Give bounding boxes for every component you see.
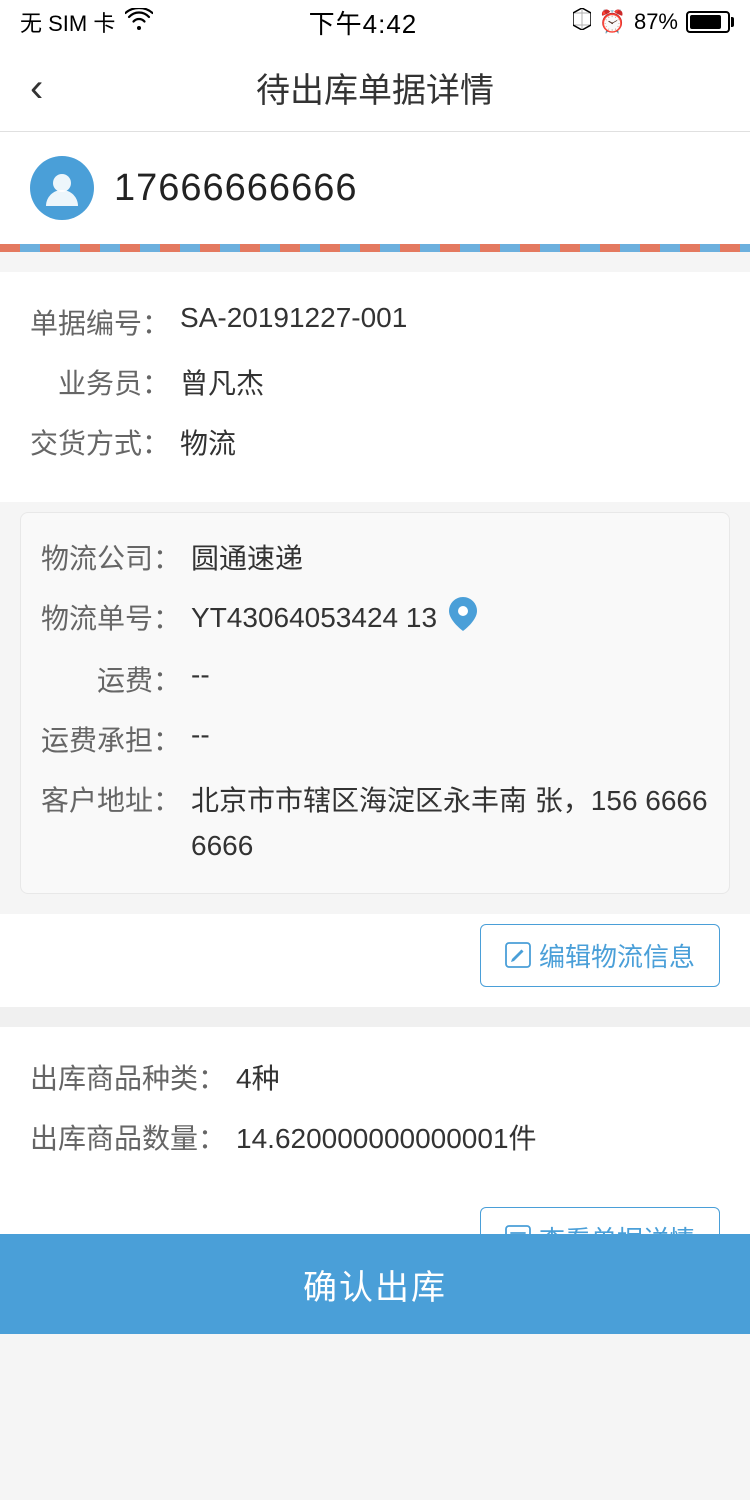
delivery-row: 交货方式： 物流 xyxy=(30,422,720,462)
customer-phone: 17666666666 xyxy=(114,167,357,210)
delivery-value: 物流 xyxy=(180,422,720,462)
logistics-card: 物流公司： 圆通速递 物流单号： YT43064053424 13 运费： --… xyxy=(20,512,730,894)
logistics-address-label: 客户地址： xyxy=(41,779,181,819)
salesman-row: 业务员： 曾凡杰 xyxy=(30,362,720,402)
document-number-label: 单据编号： xyxy=(30,302,170,342)
logistics-freight-value: -- xyxy=(191,659,709,691)
goods-quantity-value: 14.620000000000001件 xyxy=(236,1117,720,1157)
salesman-value: 曾凡杰 xyxy=(180,362,720,402)
status-bar-time: 下午4:42 xyxy=(309,4,418,41)
battery-percent: 87% xyxy=(634,9,678,35)
document-info-section: 单据编号： SA-20191227-001 业务员： 曾凡杰 交货方式： 物流 xyxy=(0,272,750,502)
section-divider xyxy=(0,1007,750,1027)
goods-type-value: 4种 xyxy=(236,1057,720,1097)
logistics-freight-bear-row: 运费承担： -- xyxy=(41,719,709,759)
wifi-icon xyxy=(125,8,153,36)
battery-icon xyxy=(686,11,730,33)
avatar xyxy=(30,156,94,220)
goods-section: 出库商品种类： 4种 出库商品数量： 14.620000000000001件 xyxy=(0,1027,750,1197)
nav-bar: ‹ 待出库单据详情 xyxy=(0,44,750,132)
logistics-company-value: 圆通速递 xyxy=(191,537,709,577)
logistics-company-label: 物流公司： xyxy=(41,537,181,577)
confirm-btn-text: 确认出库 xyxy=(303,1260,447,1309)
tracking-location-icon[interactable] xyxy=(449,597,477,639)
customer-header: 17666666666 xyxy=(0,132,750,244)
back-button[interactable]: ‹ xyxy=(30,68,43,108)
document-number-row: 单据编号： SA-20191227-001 xyxy=(30,302,720,342)
dashed-divider xyxy=(0,244,750,252)
goods-quantity-label: 出库商品数量： xyxy=(30,1117,226,1157)
goods-type-row: 出库商品种类： 4种 xyxy=(30,1057,720,1097)
salesman-label: 业务员： xyxy=(30,362,170,402)
carrier-label: 无 SIM 卡 xyxy=(20,6,115,38)
delivery-label: 交货方式： xyxy=(30,422,170,462)
logistics-company-row: 物流公司： 圆通速递 xyxy=(41,537,709,577)
logistics-tracking-label: 物流单号： xyxy=(41,597,181,637)
logistics-address-value: 北京市市辖区海淀区永丰南 张，156 6666 6666 xyxy=(191,779,709,869)
logistics-freight-bear-value: -- xyxy=(191,719,709,751)
logistics-address-row: 客户地址： 北京市市辖区海淀区永丰南 张，156 6666 6666 xyxy=(41,779,709,869)
logistics-tracking-value: YT43064053424 13 xyxy=(191,597,709,639)
status-bar-right: ⏰ 87% xyxy=(573,8,730,36)
logistics-tracking-row: 物流单号： YT43064053424 13 xyxy=(41,597,709,639)
logistics-freight-label: 运费： xyxy=(41,659,181,699)
logistics-freight-row: 运费： -- xyxy=(41,659,709,699)
alarm-icon: ⏰ xyxy=(599,9,626,35)
logistics-freight-bear-label: 运费承担： xyxy=(41,719,181,759)
edit-logistics-btn-row: 编辑物流信息 xyxy=(0,914,750,1007)
confirm-outbound-button[interactable]: 确认出库 xyxy=(0,1234,750,1334)
document-number-value: SA-20191227-001 xyxy=(180,302,720,334)
status-bar: 无 SIM 卡 下午4:42 ⏰ 87% xyxy=(0,0,750,44)
page-title: 待出库单据详情 xyxy=(256,63,494,112)
location-status-icon xyxy=(573,8,591,36)
edit-logistics-button[interactable]: 编辑物流信息 xyxy=(480,924,720,987)
goods-type-label: 出库商品种类： xyxy=(30,1057,226,1097)
goods-quantity-row: 出库商品数量： 14.620000000000001件 xyxy=(30,1117,720,1157)
status-bar-left: 无 SIM 卡 xyxy=(20,6,153,38)
